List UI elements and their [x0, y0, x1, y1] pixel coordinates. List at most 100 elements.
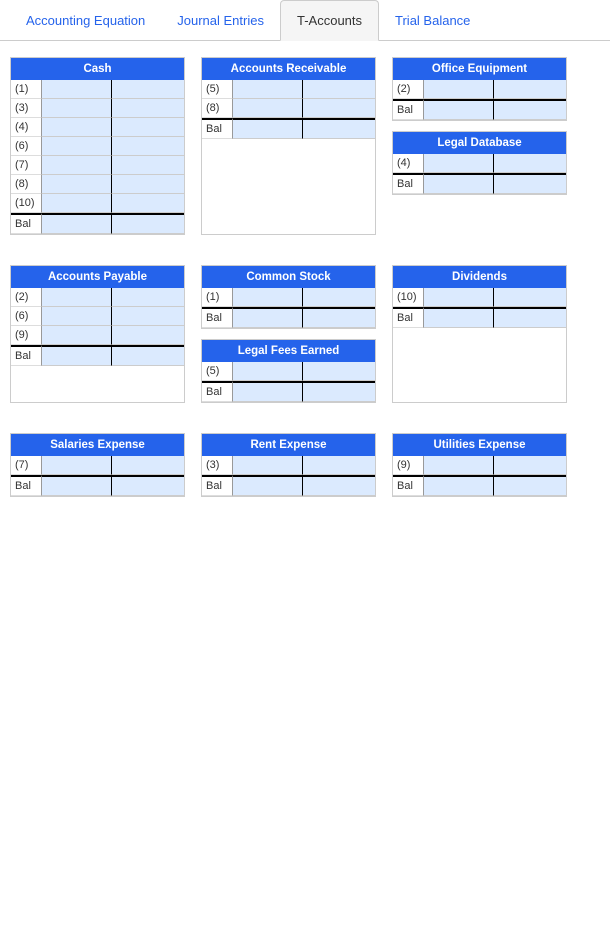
- row-label: (10): [11, 194, 41, 213]
- cell-credit: [303, 307, 375, 328]
- cell-credit: [303, 288, 375, 307]
- t-account-title: Legal Database: [393, 132, 566, 154]
- cell-credit: [112, 156, 184, 175]
- cell-debit: [423, 456, 495, 475]
- table-row: (1): [202, 288, 375, 307]
- cell-debit: [41, 118, 113, 137]
- row-label: (1): [11, 80, 41, 99]
- table-row: Bal: [393, 99, 566, 120]
- table-row: Bal: [202, 381, 375, 402]
- cell-credit: [494, 456, 566, 475]
- table-row: (9): [393, 456, 566, 475]
- cell-credit: [112, 99, 184, 118]
- t-account-body: (3)Bal: [202, 456, 375, 496]
- table-row: Bal: [11, 475, 184, 496]
- cell-credit: [303, 99, 375, 118]
- tab-t-accounts[interactable]: T-Accounts: [280, 0, 379, 41]
- row-label: (5): [202, 80, 232, 99]
- cell-credit: [112, 118, 184, 137]
- table-row: Bal: [393, 475, 566, 496]
- t-account-title: Accounts Receivable: [202, 58, 375, 80]
- cell-credit: [303, 381, 375, 402]
- cell-debit: [41, 288, 113, 307]
- row-label: (6): [11, 307, 41, 326]
- cell-debit: [41, 475, 113, 496]
- cell-debit: [41, 99, 113, 118]
- cell-credit: [494, 80, 566, 99]
- row-label: (3): [11, 99, 41, 118]
- t-account-title: Salaries Expense: [11, 434, 184, 456]
- table-row: (4): [11, 118, 184, 137]
- cell-debit: [232, 288, 304, 307]
- t-account-body: (4)Bal: [393, 154, 566, 194]
- t-account-body: (2)(6)(9)Bal: [11, 288, 184, 366]
- cell-debit: [41, 80, 113, 99]
- row-label: Bal: [202, 118, 232, 139]
- row-label: (6): [11, 137, 41, 156]
- table-row: (6): [11, 307, 184, 326]
- cell-credit: [303, 80, 375, 99]
- cell-credit: [112, 326, 184, 345]
- row-label: (3): [202, 456, 232, 475]
- table-row: Bal: [202, 118, 375, 139]
- table-row: (10): [11, 194, 184, 213]
- cell-debit: [41, 326, 113, 345]
- row-label: (4): [393, 154, 423, 173]
- table-row: (4): [393, 154, 566, 173]
- cell-debit: [423, 154, 495, 173]
- cell-credit: [494, 307, 566, 328]
- t-account-legal-fees-earned: Legal Fees Earned(5)Bal: [201, 339, 376, 403]
- row-label: Bal: [11, 345, 41, 366]
- mid-column-1: Common Stock(1) BalLegal Fees Earned(5)Ba…: [201, 265, 376, 403]
- cell-credit: [112, 80, 184, 99]
- t-account-body: (2)Bal: [393, 80, 566, 120]
- t-account-accounts-payable: Accounts Payable(2)(6)(9)Bal: [10, 265, 185, 403]
- table-row: (3): [202, 456, 375, 475]
- cell-credit: [112, 213, 184, 234]
- cell-credit: [112, 345, 184, 366]
- t-account-title: Common Stock: [202, 266, 375, 288]
- t-account-body: (7)Bal: [11, 456, 184, 496]
- cell-debit: [423, 173, 495, 194]
- cell-credit: [112, 175, 184, 194]
- table-row: (8): [11, 175, 184, 194]
- cell-credit: [303, 362, 375, 381]
- t-account-title: Legal Fees Earned: [202, 340, 375, 362]
- table-row: (5): [202, 362, 375, 381]
- cell-credit: [112, 307, 184, 326]
- table-row: (5): [202, 80, 375, 99]
- cell-debit: [423, 475, 495, 496]
- cell-credit: [112, 288, 184, 307]
- cell-debit: [423, 80, 495, 99]
- cell-credit: [112, 137, 184, 156]
- table-row: Bal: [393, 307, 566, 328]
- t-account-office-equipment: Office Equipment(2)Bal: [392, 57, 567, 121]
- tab-journal-entries[interactable]: Journal Entries: [161, 1, 280, 40]
- row-label: (9): [11, 326, 41, 345]
- main-content: Cash(1)(3)(4)(6)(7)(8)(10)Bal Accounts Re…: [0, 41, 610, 543]
- row-label: Bal: [393, 475, 423, 496]
- t-account-dividends: Dividends(10)Bal: [392, 265, 567, 403]
- t-account-rent-expense: Rent Expense(3)Bal: [201, 433, 376, 497]
- section-0: Cash(1)(3)(4)(6)(7)(8)(10)Bal Accounts Re…: [10, 57, 600, 235]
- t-account-body: (1)(3)(4)(6)(7)(8)(10)Bal: [11, 80, 184, 234]
- table-row: (2): [11, 288, 184, 307]
- tab-accounting-equation[interactable]: Accounting Equation: [10, 1, 161, 40]
- row-label: (10): [393, 288, 423, 307]
- cell-credit: [112, 475, 184, 496]
- tab-trial-balance[interactable]: Trial Balance: [379, 1, 486, 40]
- row-label: (5): [202, 362, 232, 381]
- nav-tabs: Accounting EquationJournal EntriesT-Acco…: [0, 0, 610, 41]
- cell-credit: [303, 118, 375, 139]
- t-account-title: Office Equipment: [393, 58, 566, 80]
- t-account-utilities-expense: Utilities Expense(9)Bal: [392, 433, 567, 497]
- cell-debit: [232, 99, 304, 118]
- t-account-body: (9)Bal: [393, 456, 566, 496]
- row-label: Bal: [202, 381, 232, 402]
- cell-credit: [112, 456, 184, 475]
- cell-credit: [494, 475, 566, 496]
- row-label: Bal: [11, 475, 41, 496]
- t-account-title: Cash: [11, 58, 184, 80]
- cell-debit: [41, 345, 113, 366]
- cell-debit: [232, 362, 304, 381]
